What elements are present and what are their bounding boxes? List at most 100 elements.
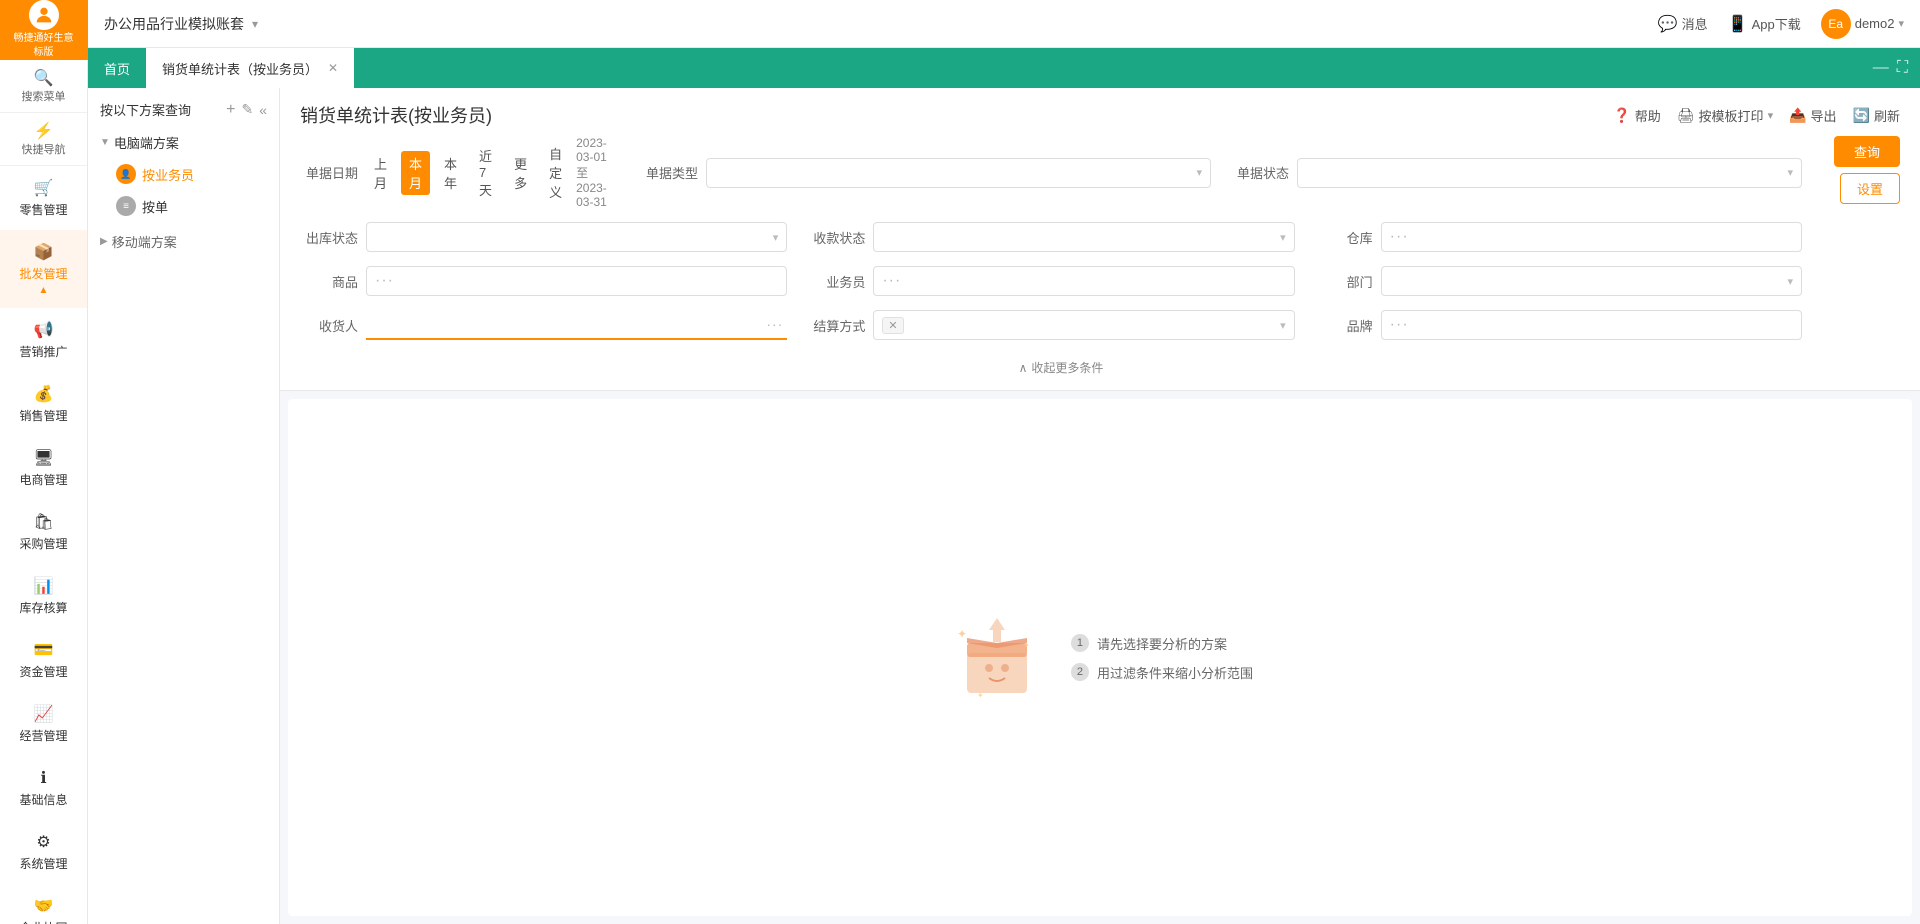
industry-dropdown-icon[interactable]: ▾ <box>252 17 258 31</box>
sidebar-item-finance[interactable]: 💳 资金管理 <box>0 628 87 692</box>
date-current-month-btn[interactable]: 本月 <box>401 151 430 195</box>
tab-close-icon[interactable]: ✕ <box>328 61 338 75</box>
app-industry-title: 办公用品行业模拟账套 <box>104 14 244 34</box>
refresh-btn[interactable]: 🔄 刷新 <box>1853 106 1900 125</box>
date-filter-group: 上月 本月 本年 近7天 更多 自定义 2023-03-01 至 2023-03… <box>366 136 620 209</box>
settlement-select[interactable]: ✕ ▾ <box>873 310 1294 340</box>
tab-sales-stat[interactable]: 销货单统计表（按业务员） ✕ <box>146 48 354 88</box>
sidebar-item-operation[interactable]: 📈 经营管理 <box>0 692 87 756</box>
date-last-month-btn[interactable]: 上月 <box>366 151 395 195</box>
date-last7-btn[interactable]: 近7天 <box>471 143 500 202</box>
sidebar-item-purchase[interactable]: 🛍 采购管理 <box>0 500 87 564</box>
sidebar-item-ecommerce[interactable]: 🖥 电商管理 <box>0 436 87 500</box>
sidebar-nav-list: 🛒 零售管理 📦 批发管理 ▲ 📢 营销推广 💰 销售管理 🖥 电商管理 🛍 采… <box>0 166 87 924</box>
header-right: 💬 消息 📱 App下载 Ea demo2 ▾ <box>1658 9 1904 39</box>
ecommerce-label: 电商管理 <box>19 471 67 488</box>
tab-maximize-icon[interactable]: ⛶ <box>1897 59 1908 77</box>
sidebar-item-wholesale[interactable]: 📦 批发管理 ▲ <box>0 230 87 308</box>
sidebar-item-inventory[interactable]: 📊 库存核算 <box>0 564 87 628</box>
filter-goods-col: 商品 ··· <box>300 265 807 297</box>
filter-dept-col: 部门 ▾ <box>1315 265 1822 297</box>
collectstatus-select[interactable]: ▾ <box>873 222 1294 252</box>
collapse-btn[interactable]: ∧ 收起更多条件 <box>1019 359 1104 376</box>
goods-select[interactable]: ··· <box>366 266 787 296</box>
print-btn[interactable]: 🖨 按模板打印 ▾ <box>1677 106 1773 125</box>
purchase-label: 采购管理 <box>19 535 67 552</box>
sidebar-item-sales[interactable]: 💰 销售管理 <box>0 372 87 436</box>
settlement-label: 结算方式 <box>807 316 865 335</box>
sidebar: 畅捷通好生意 标版 🔍 搜索菜单 ⚡ 快捷导航 🛒 零售管理 📦 批发管理 ▲ … <box>0 0 88 924</box>
scheme-item-by-staff[interactable]: 👤 按业务员 <box>88 158 279 190</box>
export-btn[interactable]: 📤 导出 <box>1789 106 1836 125</box>
sidebar-item-system[interactable]: ⚙ 系统管理 <box>0 820 87 884</box>
left-panel-title: 按以下方案查询 <box>100 100 191 119</box>
sidebar-logo[interactable]: 畅捷通好生意 标版 <box>0 0 88 60</box>
settings-button[interactable]: 设置 <box>1840 173 1900 204</box>
query-button[interactable]: 查询 <box>1834 136 1900 167</box>
doctype-label: 单据类型 <box>640 163 698 182</box>
tab-minimize-icon[interactable]: — <box>1873 59 1889 77</box>
filter-brand-col: 品牌 ··· <box>1315 309 1822 341</box>
avatar: Ea <box>1821 9 1851 39</box>
desktop-group-header[interactable]: ▼ 电脑端方案 <box>88 127 279 158</box>
staff-select[interactable]: ··· <box>873 266 1294 296</box>
outstatus-select[interactable]: ▾ <box>366 222 787 252</box>
sidebar-item-basic[interactable]: ℹ 基础信息 <box>0 756 87 820</box>
help-label: 帮助 <box>1635 106 1661 125</box>
date-more-btn[interactable]: 更多 <box>506 151 535 195</box>
sidebar-item-marketing[interactable]: 📢 营销推广 <box>0 308 87 372</box>
dept-label: 部门 <box>1315 272 1373 291</box>
desktop-group-label: 电脑端方案 <box>114 133 179 152</box>
user-chevron-icon: ▾ <box>1898 17 1904 30</box>
doctype-select[interactable]: ▾ <box>706 158 1211 188</box>
sidebar-item-corp[interactable]: 🤝 企业协同 <box>0 884 87 924</box>
empty-illustration: ✦ ✦ ✦ <box>947 608 1047 708</box>
filter-warehouse-col: 仓库 ··· <box>1315 221 1822 253</box>
add-scheme-icon[interactable]: + <box>226 101 235 119</box>
page-content: 按以下方案查询 + ✎ « ▼ 电脑端方案 👤 按业务员 ≡ <box>88 88 1920 924</box>
date-range: 2023-03-01 至 2023-03-31 <box>576 136 620 209</box>
receiver-input-wrapper[interactable]: ··· <box>366 310 787 340</box>
settlement-clear-btn[interactable]: ✕ <box>888 319 897 332</box>
help-btn[interactable]: ❓ 帮助 <box>1613 106 1660 125</box>
brand-select[interactable]: ··· <box>1381 310 1802 340</box>
mobile-group-header[interactable]: ▶ 移动端方案 <box>88 226 279 257</box>
top-header: 办公用品行业模拟账套 ▾ 💬 消息 📱 App下载 Ea demo2 ▾ <box>88 0 1920 48</box>
sidebar-search[interactable]: 🔍 搜索菜单 <box>0 60 87 113</box>
purchase-icon: 🛍 <box>34 512 54 532</box>
marketing-icon: 📢 <box>34 320 54 340</box>
tab-home[interactable]: 首页 <box>88 48 146 88</box>
scheme-item-by-order[interactable]: ≡ 按单 <box>88 190 279 222</box>
date-custom-btn[interactable]: 自定义 <box>541 141 570 204</box>
operation-label: 经营管理 <box>19 727 67 744</box>
sidebar-quicknav[interactable]: ⚡ 快捷导航 <box>0 113 87 166</box>
message-action[interactable]: 💬 消息 <box>1658 14 1708 34</box>
dept-select[interactable]: ▾ <box>1381 266 1802 296</box>
message-label: 消息 <box>1682 14 1708 33</box>
docstatus-arrow-icon: ▾ <box>1787 166 1793 179</box>
wholesale-icon: 📦 <box>34 242 54 262</box>
docstatus-label: 单据状态 <box>1231 163 1289 182</box>
collapse-panel-icon[interactable]: « <box>259 102 267 118</box>
tip-num-1: 1 <box>1071 634 1089 652</box>
empty-tip-1: 1 请先选择要分析的方案 <box>1071 634 1253 653</box>
filter-receiver-col: 收货人 ··· <box>300 309 807 341</box>
settlement-arrow-icon: ▾ <box>1280 319 1286 332</box>
date-current-year-btn[interactable]: 本年 <box>436 151 465 195</box>
desktop-scheme-group: ▼ 电脑端方案 👤 按业务员 ≡ 按单 <box>88 127 279 222</box>
settlement-tag: ✕ <box>882 317 903 334</box>
svg-text:✦: ✦ <box>977 691 984 700</box>
user-action[interactable]: Ea demo2 ▾ <box>1821 9 1904 39</box>
edit-scheme-icon[interactable]: ✎ <box>241 101 253 118</box>
warehouse-select[interactable]: ··· <box>1381 222 1802 252</box>
docstatus-control-inner: ▾ <box>1306 166 1793 179</box>
tip-text-1: 请先选择要分析的方案 <box>1097 634 1227 653</box>
download-action[interactable]: 📱 App下载 <box>1728 14 1801 34</box>
mobile-group-arrow: ▶ <box>100 236 108 247</box>
brand-dots: ··· <box>1390 316 1409 334</box>
receiver-label: 收货人 <box>300 316 358 335</box>
sidebar-item-retail[interactable]: 🛒 零售管理 <box>0 166 87 230</box>
logo-icon <box>29 0 59 30</box>
marketing-label: 营销推广 <box>19 343 67 360</box>
docstatus-select[interactable]: ▾ <box>1297 158 1802 188</box>
